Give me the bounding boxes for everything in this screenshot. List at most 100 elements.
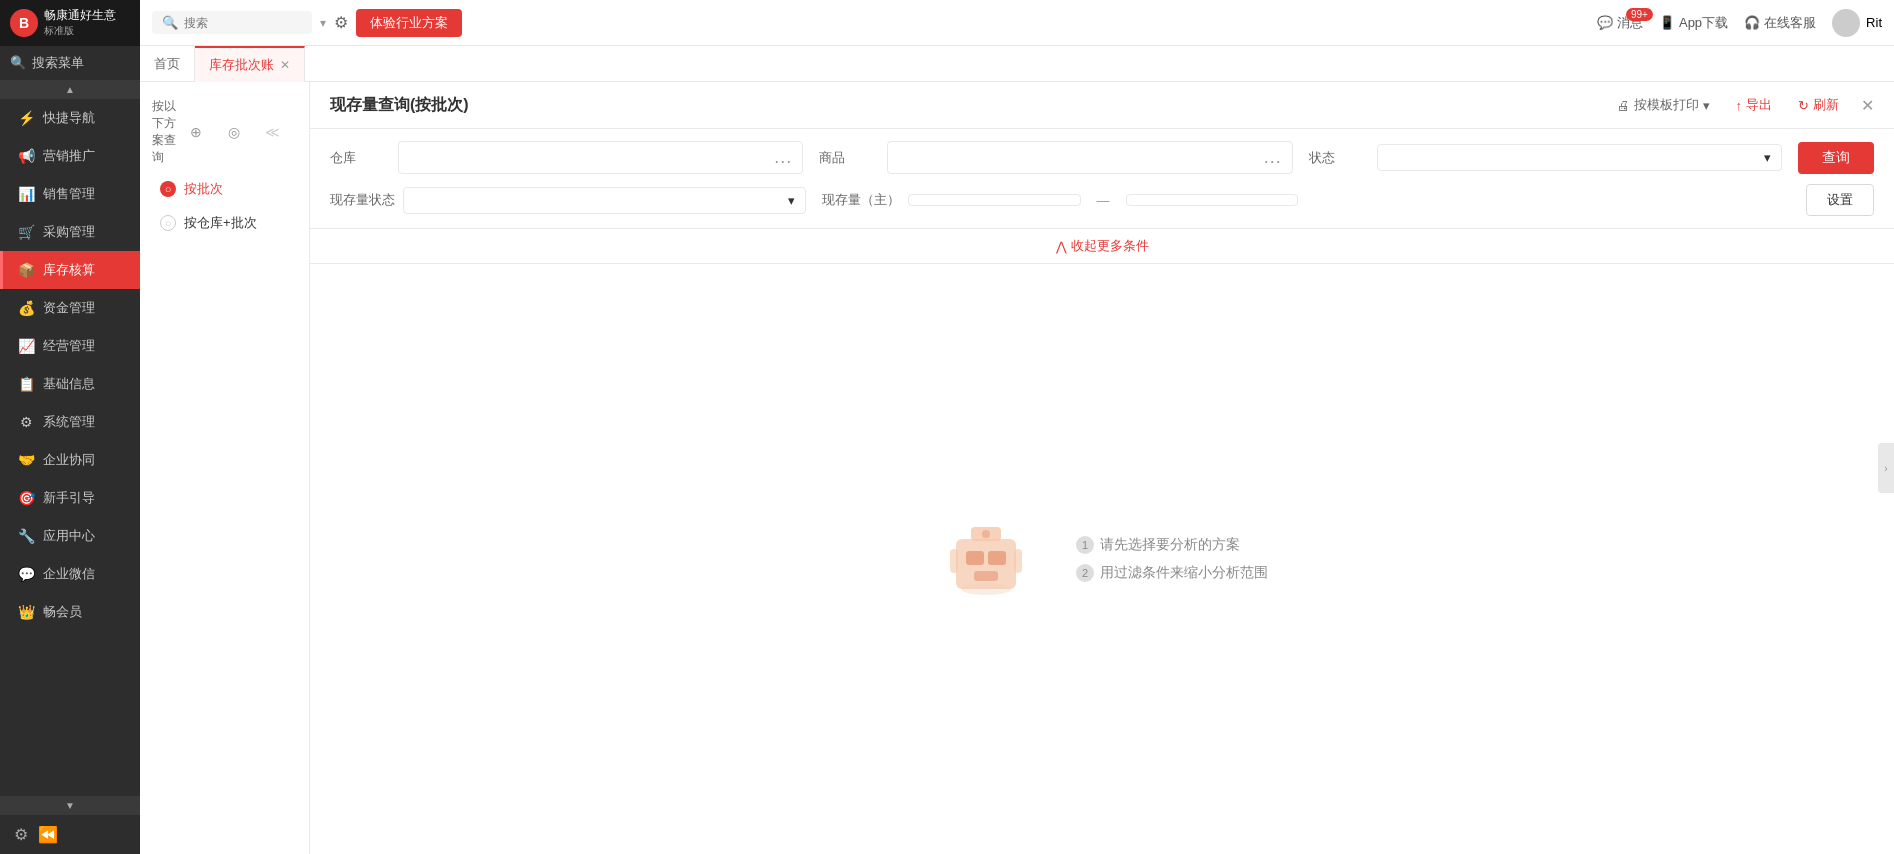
nav-icon-basics: 📋 bbox=[17, 375, 35, 393]
filter-row-2: 现存量状态 ▾ 现存量（主） — 设置 bbox=[330, 184, 1874, 216]
nav-icon-ops: 📈 bbox=[17, 337, 35, 355]
quantity-label: 现存量（主） bbox=[822, 191, 900, 209]
export-btn[interactable]: ↑ 导出 bbox=[1728, 92, 1781, 118]
warehouse-label: 仓库 bbox=[330, 149, 390, 167]
sidebar-item-ops[interactable]: 📈 经营管理 bbox=[0, 327, 140, 365]
quantity-dash: — bbox=[1089, 193, 1118, 208]
sidebar-header: B 畅康通好生意 标准版 bbox=[0, 0, 140, 46]
nav-icon-quick-nav: ⚡ bbox=[17, 109, 35, 127]
svg-point-8 bbox=[961, 583, 1011, 595]
sidebar-item-sales[interactable]: 📊 销售管理 bbox=[0, 175, 140, 213]
tabs-bar: 首页 库存批次账 ✕ bbox=[140, 46, 1894, 82]
left-panel-title: 按以下方案查询 bbox=[152, 98, 184, 166]
scheme-list: ○ 按批次 ○ 按仓库+批次 bbox=[140, 172, 309, 240]
quantity-max-input[interactable] bbox=[1126, 194, 1299, 206]
search-menu-label: 搜索菜单 bbox=[32, 54, 84, 72]
app-name: 畅康通好生意 bbox=[44, 8, 116, 24]
sidebar-item-inventory[interactable]: 📦 库存核算 bbox=[0, 251, 140, 289]
warehouse-dots-icon: ... bbox=[774, 147, 792, 168]
page-title: 现存量查询(按批次) bbox=[330, 95, 469, 116]
inventory-status-select[interactable]: ▾ bbox=[403, 187, 806, 214]
left-panel: 按以下方案查询 ⊕ ◎ ≪ ○ 按批次 ○ 按仓库+批次 bbox=[140, 82, 310, 854]
tab-inventory-batch[interactable]: 库存批次账 ✕ bbox=[195, 46, 305, 82]
svg-rect-7 bbox=[1014, 549, 1022, 573]
messages-btn[interactable]: 💬 消息 99+ bbox=[1597, 14, 1643, 32]
add-scheme-icon[interactable]: ⊕ bbox=[190, 124, 222, 140]
tab-home[interactable]: 首页 bbox=[140, 46, 195, 82]
sidebar-item-basics[interactable]: 📋 基础信息 bbox=[0, 365, 140, 403]
side-close-handle[interactable]: › bbox=[1878, 443, 1894, 493]
topbar-gear-icon[interactable]: ⚙ bbox=[334, 13, 348, 32]
settings-footer-icon[interactable]: ⚙ bbox=[14, 825, 28, 844]
setting-btn[interactable]: 设置 bbox=[1806, 184, 1874, 216]
trial-btn[interactable]: 体验行业方案 bbox=[356, 9, 462, 37]
nav-label-system: 系统管理 bbox=[43, 413, 95, 431]
svg-rect-1 bbox=[966, 551, 984, 565]
sidebar-item-marketing[interactable]: 📢 营销推广 bbox=[0, 137, 140, 175]
collapse-more-label: 收起更多条件 bbox=[1071, 237, 1149, 255]
collapse-left-panel-icon[interactable]: ≪ bbox=[265, 124, 297, 140]
sidebar-item-wechat[interactable]: 💬 企业微信 bbox=[0, 555, 140, 593]
nav-icon-marketing: 📢 bbox=[17, 147, 35, 165]
collapse-sidebar-icon[interactable]: ⏪ bbox=[38, 825, 58, 844]
sidebar: B 畅康通好生意 标准版 🔍 搜索菜单 ▲ ⚡ 快捷导航 📢 营销推广 📊 销售… bbox=[0, 0, 140, 854]
close-page-icon[interactable]: ✕ bbox=[1861, 96, 1874, 115]
sidebar-item-newbie[interactable]: 🎯 新手引导 bbox=[0, 479, 140, 517]
nav-icon-members: 👑 bbox=[17, 603, 35, 621]
query-btn[interactable]: 查询 bbox=[1798, 142, 1874, 174]
quantity-min-input[interactable] bbox=[908, 194, 1081, 206]
empty-illustration bbox=[936, 509, 1036, 609]
tab-close-inventory-batch[interactable]: ✕ bbox=[280, 58, 290, 72]
search-menu[interactable]: 🔍 搜索菜单 bbox=[0, 46, 140, 81]
scheme-item-by-batch[interactable]: ○ 按批次 bbox=[140, 172, 309, 206]
topbar-actions: 💬 消息 99+ 📱 App下载 🎧 在线客服 Rit bbox=[1597, 9, 1882, 37]
app-edition: 标准版 bbox=[44, 24, 116, 38]
warehouse-input[interactable]: ... bbox=[398, 141, 803, 174]
svg-rect-2 bbox=[988, 551, 1006, 565]
nav-icon-newbie: 🎯 bbox=[17, 489, 35, 507]
app-download-btn[interactable]: 📱 App下载 bbox=[1659, 14, 1728, 32]
topbar-dropdown-icon[interactable]: ▾ bbox=[320, 16, 326, 30]
status-label: 状态 bbox=[1309, 149, 1369, 167]
empty-tips: 1 请先选择要分析的方案 2 用过滤条件来缩小分析范围 bbox=[1076, 536, 1268, 582]
online-service-icon: 🎧 bbox=[1744, 15, 1760, 30]
collapse-up-icon: ⋀ bbox=[1056, 239, 1067, 254]
sidebar-item-quick-nav[interactable]: ⚡ 快捷导航 bbox=[0, 99, 140, 137]
nav-icon-purchase: 🛒 bbox=[17, 223, 35, 241]
user-avatar bbox=[1832, 9, 1860, 37]
refresh-btn[interactable]: ↻ 刷新 bbox=[1790, 92, 1847, 118]
scheme-item-by-warehouse-batch[interactable]: ○ 按仓库+批次 bbox=[140, 206, 309, 240]
print-btn[interactable]: 🖨 按模板打印 ▾ bbox=[1609, 92, 1718, 118]
page-header: 现存量查询(按批次) 🖨 按模板打印 ▾ ↑ 导出 ↻ 刷新 bbox=[310, 82, 1894, 129]
tab-label-inventory-batch: 库存批次账 bbox=[209, 56, 274, 74]
nav-label-members: 畅会员 bbox=[43, 603, 82, 621]
collapse-more-btn[interactable]: ⋀ 收起更多条件 bbox=[310, 229, 1894, 264]
scroll-down-btn[interactable]: ▼ bbox=[0, 796, 140, 814]
topbar-search[interactable]: 🔍 bbox=[152, 11, 312, 34]
print-icon: 🖨 bbox=[1617, 98, 1630, 113]
filter-row-1: 仓库 ... 商品 ... 状态 bbox=[330, 141, 1874, 174]
user-menu[interactable]: Rit bbox=[1832, 9, 1882, 37]
scroll-up-btn[interactable]: ▲ bbox=[0, 81, 140, 99]
topbar-search-input[interactable] bbox=[184, 16, 284, 30]
tab-label-home: 首页 bbox=[154, 55, 180, 73]
refresh-label: 刷新 bbox=[1813, 96, 1839, 114]
nav-label-finance: 资金管理 bbox=[43, 299, 95, 317]
scheme-settings-icon[interactable]: ◎ bbox=[228, 124, 260, 140]
sidebar-item-enterprise[interactable]: 🤝 企业协同 bbox=[0, 441, 140, 479]
right-panel: 现存量查询(按批次) 🖨 按模板打印 ▾ ↑ 导出 ↻ 刷新 bbox=[310, 82, 1894, 854]
status-select[interactable]: ▾ bbox=[1377, 144, 1782, 171]
nav-label-newbie: 新手引导 bbox=[43, 489, 95, 507]
empty-tip-2: 2 用过滤条件来缩小分析范围 bbox=[1076, 564, 1268, 582]
nav-label-marketing: 营销推广 bbox=[43, 147, 95, 165]
sidebar-item-finance[interactable]: 💰 资金管理 bbox=[0, 289, 140, 327]
sidebar-item-members[interactable]: 👑 畅会员 bbox=[0, 593, 140, 631]
sidebar-item-system[interactable]: ⚙ 系统管理 bbox=[0, 403, 140, 441]
nav-label-ops: 经营管理 bbox=[43, 337, 95, 355]
online-service-btn[interactable]: 🎧 在线客服 bbox=[1744, 14, 1816, 32]
sidebar-item-purchase[interactable]: 🛒 采购管理 bbox=[0, 213, 140, 251]
goods-dots-icon: ... bbox=[1264, 147, 1282, 168]
svg-rect-3 bbox=[974, 571, 998, 581]
sidebar-item-app-center[interactable]: 🔧 应用中心 bbox=[0, 517, 140, 555]
goods-input[interactable]: ... bbox=[887, 141, 1292, 174]
